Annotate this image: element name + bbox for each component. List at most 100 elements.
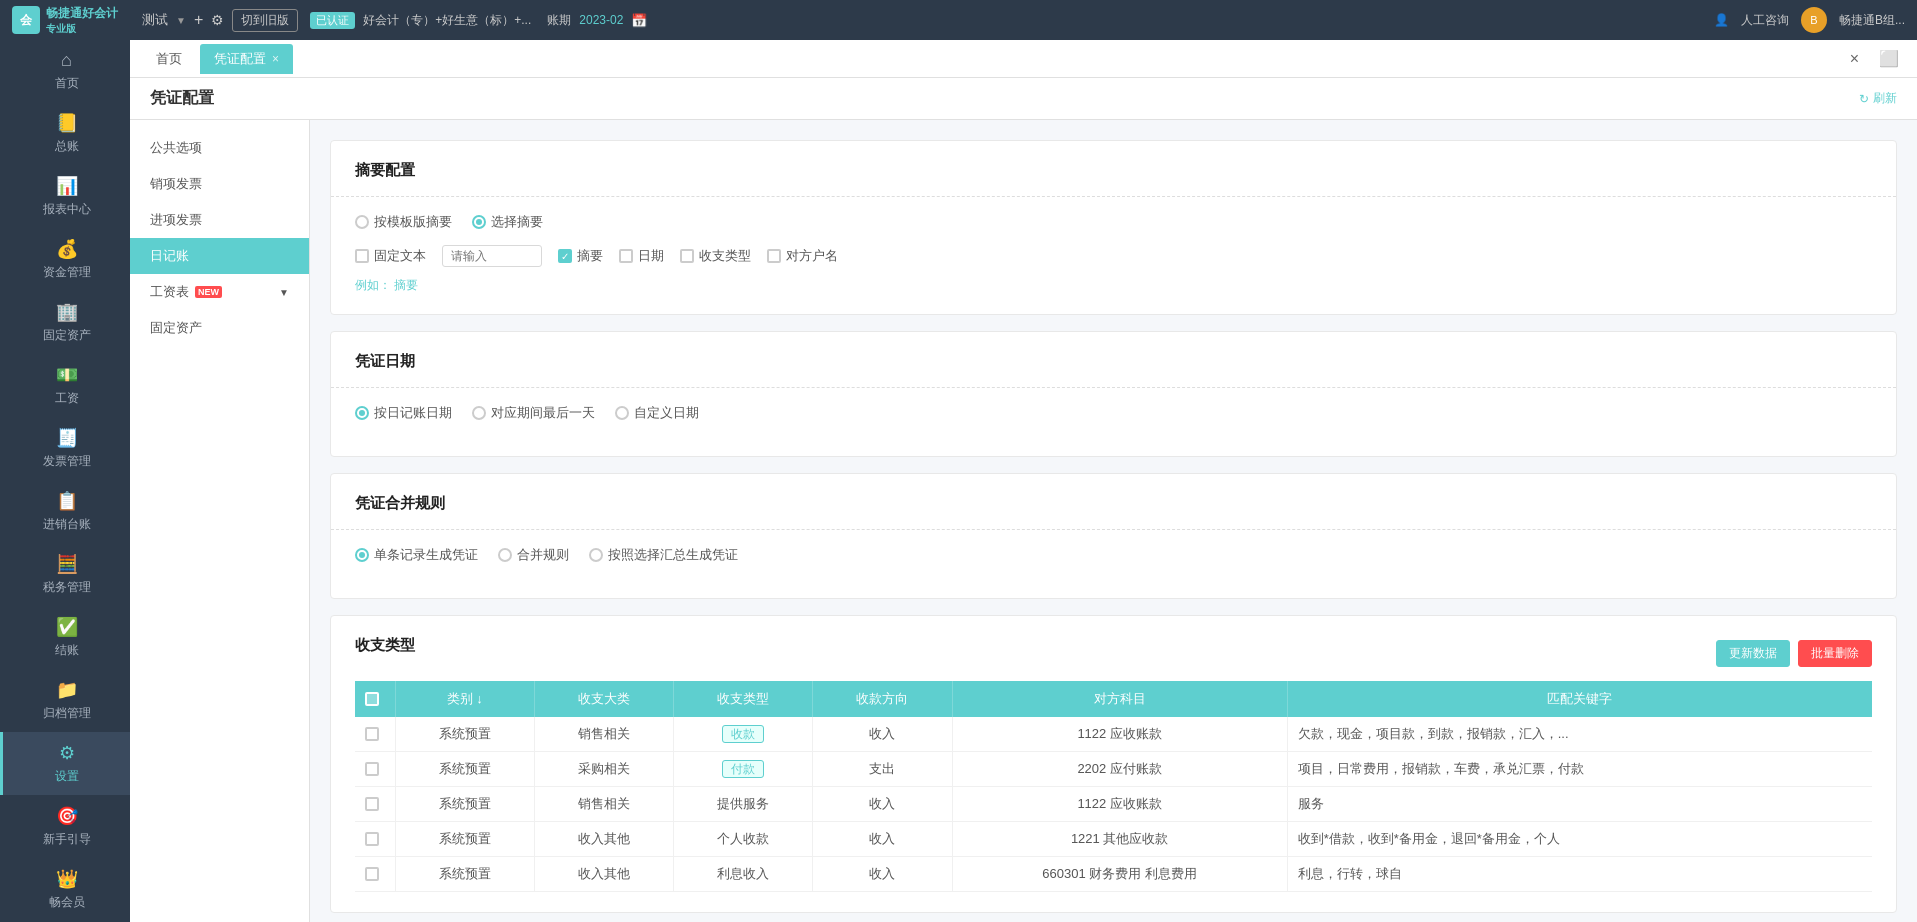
refresh-button[interactable]: ↻ 刷新 [1859,90,1897,107]
table-header-checkbox[interactable] [365,692,379,706]
sidebar-item-invoice[interactable]: 🧾 发票管理 [0,417,130,480]
tab-voucher-config[interactable]: 凭证配置 × [200,44,293,74]
period-label: 账期 [547,12,571,29]
old-version-button[interactable]: 切到旧版 [232,9,298,32]
radio-period-last[interactable]: 对应期间最后一天 [472,404,595,422]
sidebar-item-ledger[interactable]: 📒 总账 [0,102,130,165]
radio-template-dot [355,215,369,229]
row-2-keywords: 服务 [1287,787,1872,822]
logo-icon: 会 [12,6,40,34]
row-checkbox-0[interactable] [365,727,379,741]
left-menu-journal[interactable]: 日记账 [130,238,309,274]
tab-close-icon[interactable]: × [272,52,279,66]
radio-merge-dot [498,548,512,562]
left-panel: 公共选项 销项发票 进项发票 日记账 工资表 NEW ▼ [130,120,310,922]
row-1-keywords: 项目，日常费用，报销款，车费，承兑汇票，付款 [1287,752,1872,787]
sidebar-item-home[interactable]: ⌂ 首页 [0,40,130,102]
company-dropdown-icon[interactable]: ▼ [176,15,186,26]
radio-single-dot [355,548,369,562]
left-menu-public[interactable]: 公共选项 [130,130,309,166]
checkbox-group: 固定文本 ✓ 摘要 日期 [355,245,1872,267]
row-checkbox-4[interactable] [365,867,379,881]
right-panel: 摘要配置 按模板版摘要 选择摘要 [310,120,1917,922]
row-1-type-tag[interactable]: 付款 [722,760,764,778]
sidebar-item-label: 总账 [55,138,79,155]
radio-select[interactable]: 选择摘要 [472,213,543,231]
tab-home-label: 首页 [156,50,182,68]
voucher-date-title: 凭证日期 [355,352,1872,371]
username[interactable]: 畅捷通B组... [1839,12,1905,29]
fixed-text-input[interactable] [442,245,542,267]
left-menu-salary-table[interactable]: 工资表 NEW ▼ [130,274,309,310]
col-keywords: 匹配关键字 [1287,681,1872,717]
checkbox-type[interactable]: 收支类型 [680,247,751,265]
avatar: B [1801,7,1827,33]
report-icon: 📊 [56,175,78,197]
data-table: 类别 ↓ 收支大类 收支类型 收款方向 对方科目 匹配关键字 [355,681,1872,892]
page-title: 凭证配置 [150,88,214,109]
page-header: 凭证配置 ↻ 刷新 [130,78,1917,120]
sidebar-item-guide[interactable]: 🎯 新手引导 [0,795,130,858]
sidebar-item-salary[interactable]: 💵 工资 [0,354,130,417]
checkbox-date[interactable]: 日期 [619,247,664,265]
batch-delete-button[interactable]: 批量删除 [1798,640,1872,667]
tab-home[interactable]: 首页 [142,44,196,74]
row-checkbox-1[interactable] [365,762,379,776]
row-checkbox-3[interactable] [365,832,379,846]
row-4-major: 收入其他 [534,857,673,892]
radio-custom-date[interactable]: 自定义日期 [615,404,699,422]
sidebar-item-purchase[interactable]: 📋 进销台账 [0,480,130,543]
refresh-label: 刷新 [1873,90,1897,107]
gear-icon[interactable]: ⚙ [211,12,224,28]
tab-voucher-label: 凭证配置 [214,50,266,68]
sidebar-item-member[interactable]: 👑 畅会员 [0,858,130,921]
radio-merge[interactable]: 合并规则 [498,546,569,564]
sidebar-item-asset[interactable]: 🏢 固定资产 [0,291,130,354]
radio-single[interactable]: 单条记录生成凭证 [355,546,478,564]
income-expense-title: 收支类型 [355,636,415,655]
checkbox-summary[interactable]: ✓ 摘要 [558,247,603,265]
row-0-type-tag[interactable]: 收款 [722,725,764,743]
checkbox-fixed-text[interactable]: 固定文本 [355,247,426,265]
example-text: 例如： 摘要 [355,277,1872,294]
sidebar-item-fund[interactable]: 💰 资金管理 [0,228,130,291]
row-2-direction: 收入 [813,787,952,822]
row-1-direction: 支出 [813,752,952,787]
sidebar-item-tax[interactable]: 🧮 税务管理 [0,543,130,606]
settle-icon: ✅ [56,616,78,638]
radio-template[interactable]: 按模板版摘要 [355,213,452,231]
row-checkbox-2[interactable] [365,797,379,811]
certified-badge: 已认证 [310,12,355,29]
radio-journal-date[interactable]: 按日记账日期 [355,404,452,422]
logo: 会 畅捷通好会计 专业版 [12,5,142,36]
calendar-icon[interactable]: 📅 [631,13,647,28]
fullscreen-button[interactable]: ⬜ [1873,47,1905,70]
col-category: 类别 ↓ [395,681,534,717]
sidebar-item-archive[interactable]: 📁 归档管理 [0,669,130,732]
left-menu-sales-invoice[interactable]: 销项发票 [130,166,309,202]
add-icon[interactable]: + [194,11,203,29]
sidebar-item-settings[interactable]: ⚙ 设置 [0,732,130,795]
close-window-button[interactable]: × [1844,47,1865,70]
topbar-center: 测试 ▼ + ⚙ 切到旧版 已认证 好会计（专）+好生意（标）+... 账期 2… [142,9,1714,32]
page-content: 凭证配置 ↻ 刷新 公共选项 销项发票 进项发票 [130,78,1917,922]
merge-rules-section: 凭证合并规则 单条记录生成凭证 合并规则 [330,473,1897,599]
checkbox-date-box [619,249,633,263]
update-data-button[interactable]: 更新数据 [1716,640,1790,667]
left-menu-fixed-asset[interactable]: 固定资产 [130,310,309,346]
left-menu-fixed-asset-label: 固定资产 [150,319,202,337]
row-3-major: 收入其他 [534,822,673,857]
radio-summary-gen[interactable]: 按照选择汇总生成凭证 [589,546,738,564]
left-menu-purchase-invoice[interactable]: 进项发票 [130,202,309,238]
sidebar-item-report[interactable]: 📊 报表中心 [0,165,130,228]
summary-config-title: 摘要配置 [355,161,1872,180]
sidebar-item-settle[interactable]: ✅ 结账 [0,606,130,669]
company-name[interactable]: 测试 [142,11,168,29]
row-3-keywords: 收到*借款，收到*备用金，退回*备用金，个人 [1287,822,1872,857]
checkbox-counterpart[interactable]: 对方户名 [767,247,838,265]
checkbox-fixed-text-box [355,249,369,263]
sidebar-item-label: 结账 [55,642,79,659]
radio-template-label: 按模板版摘要 [374,213,452,231]
consult-text[interactable]: 人工咨询 [1741,12,1789,29]
consult-icon: 👤 [1714,13,1729,27]
